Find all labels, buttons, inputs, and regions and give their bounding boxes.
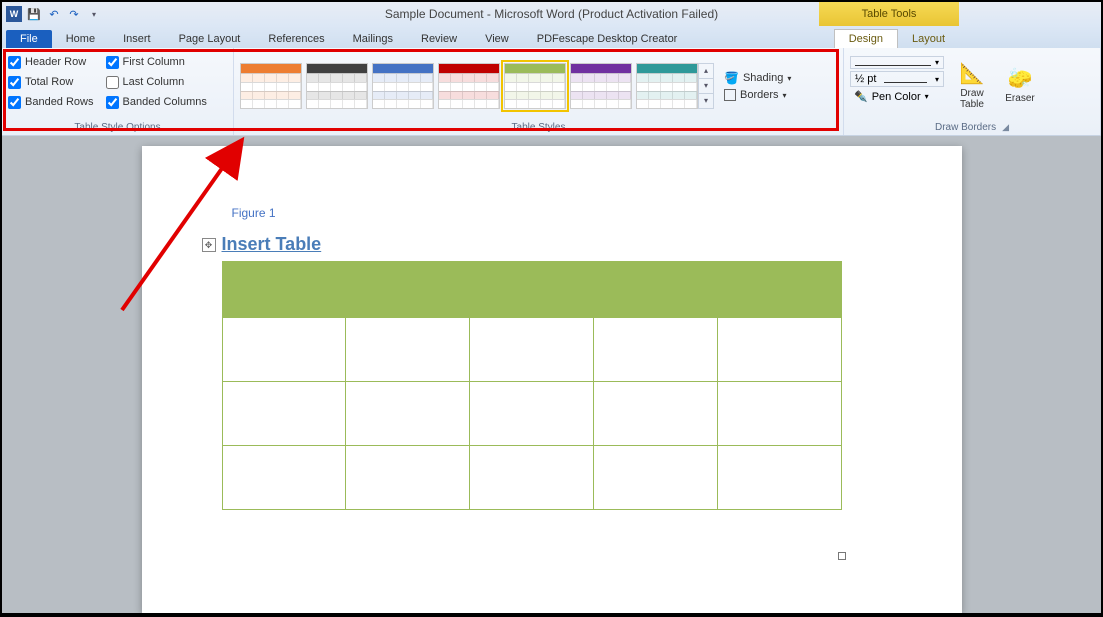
group-draw-borders: ▾ ½ pt ▾ ✒️ Pen Color ▾ 📐 Draw Ta: [844, 48, 1101, 135]
qat-dropdown-icon[interactable]: ▾: [86, 6, 102, 22]
tab-review[interactable]: Review: [407, 30, 471, 48]
contextual-tab-label: Table Tools: [819, 2, 959, 26]
tab-design[interactable]: Design: [834, 29, 898, 48]
style-swatch[interactable]: [570, 63, 632, 109]
check-last-column[interactable]: Last Column: [106, 72, 207, 92]
style-swatch[interactable]: [636, 63, 698, 109]
document-table[interactable]: [222, 261, 842, 510]
tab-references[interactable]: References: [254, 30, 338, 48]
undo-icon[interactable]: ↶: [46, 6, 62, 22]
gallery-down-button[interactable]: ▾: [699, 79, 713, 94]
check-banded-rows[interactable]: Banded Rows: [8, 92, 94, 112]
chevron-down-icon: ▾: [787, 74, 791, 83]
word-icon: W: [6, 6, 22, 22]
tab-pdfescape[interactable]: PDFescape Desktop Creator: [523, 30, 692, 48]
tab-insert[interactable]: Insert: [109, 30, 165, 48]
table-resize-handle[interactable]: [838, 552, 846, 560]
save-icon[interactable]: 💾: [26, 6, 42, 22]
pencil-table-icon: 📐: [960, 61, 985, 86]
table-row: [222, 382, 841, 446]
tab-page-layout[interactable]: Page Layout: [165, 30, 255, 48]
title-bar: W 💾 ↶ ↷ ▾ Sample Document - Microsoft Wo…: [2, 2, 1101, 26]
table-row: [222, 446, 841, 510]
draw-table-button[interactable]: 📐 Draw Table: [950, 52, 994, 118]
style-swatch[interactable]: [306, 63, 368, 109]
redo-icon[interactable]: ↷: [66, 6, 82, 22]
document-heading[interactable]: Insert Table: [222, 234, 882, 255]
chevron-down-icon: ▾: [935, 58, 939, 67]
check-total-row[interactable]: Total Row: [8, 72, 94, 92]
tab-view[interactable]: View: [471, 30, 523, 48]
table-row: [222, 318, 841, 382]
line-style-preview: [855, 65, 931, 66]
group-label: Table Style Options: [8, 120, 227, 135]
ribbon: Header Row Total Row Banded Rows First C…: [2, 48, 1101, 136]
style-swatch[interactable]: [240, 63, 302, 109]
ribbon-tabs: File Home Insert Page Layout References …: [2, 26, 1101, 48]
gallery-nav: ▴ ▾ ▾: [698, 63, 714, 109]
chevron-down-icon: ▾: [925, 92, 929, 101]
dialog-launcher-icon[interactable]: ◢: [1002, 122, 1009, 133]
check-banded-columns[interactable]: Banded Columns: [106, 92, 207, 112]
group-label: Table Styles: [240, 120, 837, 135]
pen-color-button[interactable]: ✒️ Pen Color ▾: [850, 89, 946, 104]
chevron-down-icon: ▾: [783, 91, 787, 100]
eraser-icon: 🧽: [1008, 66, 1033, 91]
bucket-icon: 🪣: [724, 71, 739, 85]
line-style-dropdown[interactable]: ▾: [850, 56, 944, 69]
group-table-style-options: Header Row Total Row Banded Rows First C…: [2, 48, 234, 135]
gallery-more-button[interactable]: ▾: [699, 94, 713, 108]
document-workspace: Figure 1 ✥ Insert Table: [2, 136, 1101, 613]
check-first-column[interactable]: First Column: [106, 52, 207, 72]
tab-layout[interactable]: Layout: [898, 30, 959, 48]
borders-icon: [724, 89, 736, 101]
chevron-down-icon: ▾: [935, 75, 939, 84]
figure-caption[interactable]: Figure 1: [232, 206, 882, 220]
tab-home[interactable]: Home: [52, 30, 109, 48]
check-header-row[interactable]: Header Row: [8, 52, 94, 72]
shading-button[interactable]: 🪣 Shading ▾: [720, 70, 795, 86]
group-table-styles: ▴ ▾ ▾ 🪣 Shading ▾ Borders ▾: [234, 48, 844, 135]
style-gallery: [240, 63, 698, 109]
borders-button[interactable]: Borders ▾: [720, 88, 795, 102]
style-swatch[interactable]: [372, 63, 434, 109]
pen-icon: ✒️: [854, 90, 868, 103]
style-swatch[interactable]: [438, 63, 500, 109]
gallery-up-button[interactable]: ▴: [699, 64, 713, 79]
eraser-button[interactable]: 🧽 Eraser: [998, 52, 1042, 118]
quick-access-toolbar: W 💾 ↶ ↷ ▾: [2, 6, 102, 22]
tab-file[interactable]: File: [6, 30, 52, 48]
table-row: [222, 262, 841, 318]
page: Figure 1 ✥ Insert Table: [142, 146, 962, 613]
table-move-handle[interactable]: ✥: [202, 238, 216, 252]
style-swatch[interactable]: [504, 63, 566, 109]
tab-mailings[interactable]: Mailings: [339, 30, 407, 48]
group-label: Draw Borders ◢: [850, 120, 1094, 135]
line-weight-dropdown[interactable]: ½ pt ▾: [850, 71, 944, 87]
